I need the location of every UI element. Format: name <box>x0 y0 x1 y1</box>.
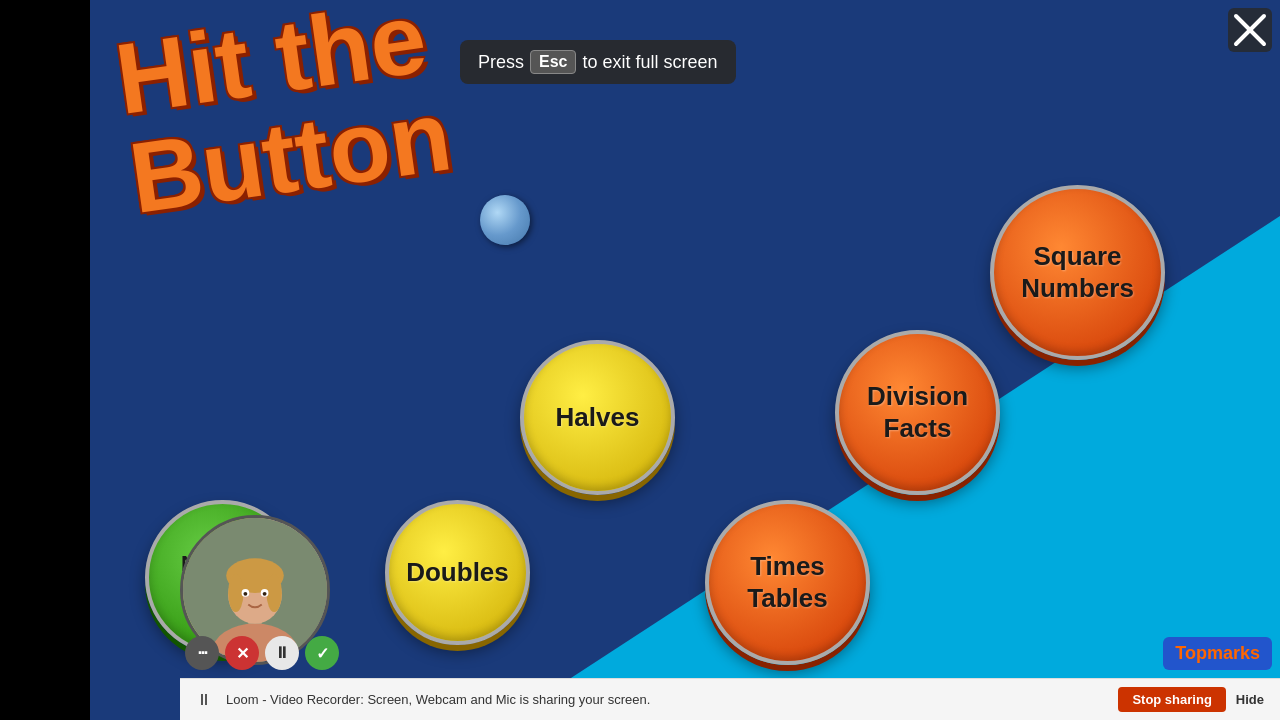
close-fullscreen-button[interactable] <box>1228 8 1272 52</box>
square-label: SquareNumbers <box>1021 241 1134 303</box>
times-tables-button[interactable]: TimesTables <box>705 500 870 665</box>
more-options-button[interactable]: ··· <box>185 636 219 670</box>
left-letterbox <box>0 0 90 720</box>
esc-tooltip: Press Esc to exit full screen <box>460 40 736 84</box>
halves-label: Halves <box>556 402 640 433</box>
confirm-button[interactable]: ✓ <box>305 636 339 670</box>
loom-notification-bar: ⏸ Loom - Video Recorder: Screen, Webcam … <box>180 678 1280 720</box>
controls-bar: ··· ✕ ⏸ ✓ <box>185 636 339 670</box>
press-label: Press <box>478 52 524 73</box>
doubles-label: Doubles <box>406 557 509 588</box>
loom-message: Loom - Video Recorder: Screen, Webcam an… <box>226 692 1108 707</box>
topmarks-text-top: Top <box>1175 643 1207 663</box>
doubles-button[interactable]: Doubles <box>385 500 530 645</box>
division-facts-button[interactable]: DivisionFacts <box>835 330 1000 495</box>
svg-point-8 <box>228 574 243 612</box>
main-canvas: Hit theButton Press Esc to exit full scr… <box>90 0 1280 720</box>
topmarks-text-bottom: marks <box>1207 643 1260 663</box>
svg-point-9 <box>267 574 282 612</box>
topmarks-logo: Topmarks <box>1163 637 1272 670</box>
times-label: TimesTables <box>747 551 827 613</box>
svg-point-12 <box>243 592 247 596</box>
loom-pause-icon: ⏸ <box>196 691 212 709</box>
stop-button[interactable]: ✕ <box>225 636 259 670</box>
game-title: Hit theButton <box>110 0 457 228</box>
halves-button[interactable]: Halves <box>520 340 675 495</box>
pause-button[interactable]: ⏸ <box>265 636 299 670</box>
esc-instruction: to exit full screen <box>582 52 717 73</box>
svg-point-13 <box>263 592 267 596</box>
hide-button[interactable]: Hide <box>1236 692 1264 707</box>
ball <box>480 195 530 245</box>
esc-key: Esc <box>530 50 576 74</box>
stop-sharing-button[interactable]: Stop sharing <box>1118 687 1225 712</box>
square-numbers-button[interactable]: SquareNumbers <box>990 185 1165 360</box>
division-label: DivisionFacts <box>867 381 968 443</box>
